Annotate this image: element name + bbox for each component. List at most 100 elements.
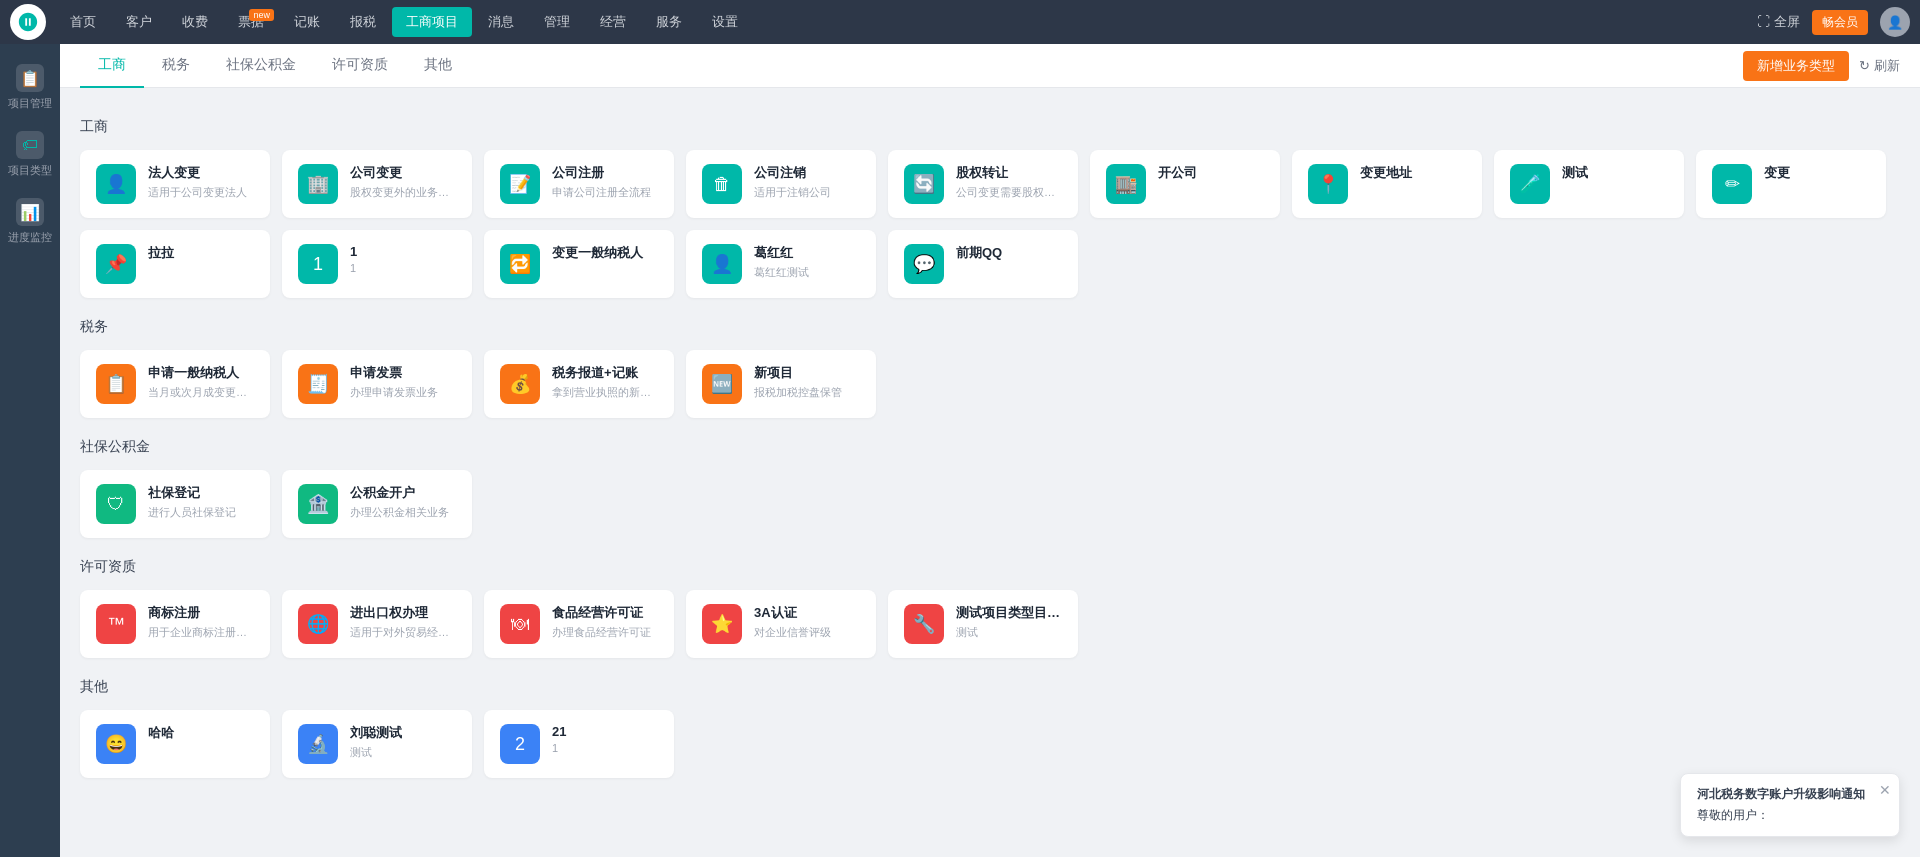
card-info: 哈哈 xyxy=(148,724,254,745)
card-name: 变更 xyxy=(1764,164,1870,182)
notification-close-button[interactable]: ✕ xyxy=(1879,782,1891,798)
card-name: 税务报道+记账 xyxy=(552,364,658,382)
card-icon: ™ xyxy=(96,604,136,644)
top-navigation: 首页客户收费票据new记账报税工商项目消息管理经营服务设置 ⛶ 全屏 畅会员 👤 xyxy=(0,0,1920,44)
card-info: 公积金开户办理公积金相关业务 xyxy=(350,484,456,520)
nav-item-首页[interactable]: 首页 xyxy=(56,7,110,37)
card-name: 新项目 xyxy=(754,364,860,382)
sub-tab-bar: 工商 税务 社保公积金 许可资质 其他 新增业务类型 ↻ 刷新 xyxy=(60,44,1920,88)
xuke-section: 许可资质 ™商标注册用于企业商标注册服务🌐进出口权办理适用于对外贸易经营者🍽食品… xyxy=(80,558,1900,658)
card-icon: 1 xyxy=(298,244,338,284)
card-进出口权办理[interactable]: 🌐进出口权办理适用于对外贸易经营者 xyxy=(282,590,472,658)
card-icon: 📋 xyxy=(96,364,136,404)
tab-gongshang[interactable]: 工商 xyxy=(80,44,144,88)
card-info: 测试 xyxy=(1562,164,1668,185)
fullscreen-button[interactable]: ⛶ 全屏 xyxy=(1757,13,1800,31)
card-开公司[interactable]: 🏬开公司 xyxy=(1090,150,1280,218)
card-葛红红[interactable]: 👤葛红红葛红红测试 xyxy=(686,230,876,298)
card-前期QQ[interactable]: 💬前期QQ xyxy=(888,230,1078,298)
card-info: 公司注册申请公司注册全流程 xyxy=(552,164,658,200)
tab-qita[interactable]: 其他 xyxy=(406,44,470,88)
card-申请一般纳税人[interactable]: 📋申请一般纳税人当月或次月成变更完成 xyxy=(80,350,270,418)
card-desc: 适用于注销公司 xyxy=(754,185,860,200)
tab-shebao[interactable]: 社保公积金 xyxy=(208,44,314,88)
tab-shuiwu[interactable]: 税务 xyxy=(144,44,208,88)
qita-section: 其他 😄哈哈🔬刘聪测试测试2211 xyxy=(80,678,1900,778)
card-新项目[interactable]: 🆕新项目报税加税控盘保管 xyxy=(686,350,876,418)
card-icon: 🔄 xyxy=(904,164,944,204)
card-icon: 🧾 xyxy=(298,364,338,404)
card-申请发票[interactable]: 🧾申请发票办理申请发票业务 xyxy=(282,350,472,418)
nav-item-客户[interactable]: 客户 xyxy=(112,7,166,37)
refresh-button[interactable]: ↻ 刷新 xyxy=(1859,57,1900,75)
card-icon: 📝 xyxy=(500,164,540,204)
card-公积金开户[interactable]: 🏦公积金开户办理公积金相关业务 xyxy=(282,470,472,538)
nav-item-经营[interactable]: 经营 xyxy=(586,7,640,37)
nav-item-票据[interactable]: 票据new xyxy=(224,7,278,37)
card-name: 公司注销 xyxy=(754,164,860,182)
card-info: 变更 xyxy=(1764,164,1870,185)
card-desc: 适用于公司变更法人 xyxy=(148,185,254,200)
card-哈哈[interactable]: 😄 哈哈 xyxy=(80,710,270,778)
card-测试[interactable]: 🧪测试 xyxy=(1494,150,1684,218)
card-3A认证[interactable]: ⭐3A认证对企业信誉评级 xyxy=(686,590,876,658)
card-name: 3A认证 xyxy=(754,604,860,622)
card-刘聪测试[interactable]: 🔬刘聪测试测试 xyxy=(282,710,472,778)
card-测试项目类型目定义[interactable]: 🔧测试项目类型目定义测试 xyxy=(888,590,1078,658)
card-desc: 1 xyxy=(350,262,456,274)
card-info: 11 xyxy=(350,244,456,274)
card-name: 股权转让 xyxy=(956,164,1062,182)
tab-xuke[interactable]: 许可资质 xyxy=(314,44,406,88)
member-button[interactable]: 畅会员 xyxy=(1812,10,1868,35)
card-icon: 🌐 xyxy=(298,604,338,644)
card-变更[interactable]: ✏变更 xyxy=(1696,150,1886,218)
nav-item-工商项目[interactable]: 工商项目 xyxy=(392,7,472,37)
card-name: 公司注册 xyxy=(552,164,658,182)
sidebar-item-progress-monitor[interactable]: 📊 进度监控 xyxy=(0,188,60,255)
nav-item-记账[interactable]: 记账 xyxy=(280,7,334,37)
card-info: 法人变更适用于公司变更法人 xyxy=(148,164,254,200)
card-公司注册[interactable]: 📝 公司注册申请公司注册全流程 xyxy=(484,150,674,218)
card-变更一般纳税人[interactable]: 🔁变更一般纳税人 xyxy=(484,230,674,298)
shebao-cards: 🛡社保登记进行人员社保登记🏦公积金开户办理公积金相关业务 xyxy=(80,470,1900,538)
nav-item-管理[interactable]: 管理 xyxy=(530,7,584,37)
card-公司注销[interactable]: 🗑公司注销适用于注销公司 xyxy=(686,150,876,218)
card-法人变更[interactable]: 👤法人变更适用于公司变更法人 xyxy=(80,150,270,218)
card-社保登记[interactable]: 🛡社保登记进行人员社保登记 xyxy=(80,470,270,538)
card-desc: 进行人员社保登记 xyxy=(148,505,254,520)
card-变更地址[interactable]: 📍变更地址 xyxy=(1292,150,1482,218)
card-info: 葛红红葛红红测试 xyxy=(754,244,860,280)
nav-item-服务[interactable]: 服务 xyxy=(642,7,696,37)
card-公司变更[interactable]: 🏢公司变更股权变更外的业务变更 xyxy=(282,150,472,218)
user-avatar[interactable]: 👤 xyxy=(1880,7,1910,37)
card-拉拉[interactable]: 📌拉拉 xyxy=(80,230,270,298)
card-icon: 🔬 xyxy=(298,724,338,764)
card-食品经营许可证[interactable]: 🍽食品经营许可证办理食品经营许可证 xyxy=(484,590,674,658)
card-21[interactable]: 2211 xyxy=(484,710,674,778)
card-股权转让[interactable]: 🔄股权转让公司变更需要股权转让 xyxy=(888,150,1078,218)
sidebar-item-project-management[interactable]: 📋 项目管理 xyxy=(0,54,60,121)
card-icon: ⭐ xyxy=(702,604,742,644)
sidebar-item-project-type[interactable]: 🏷 项目类型 xyxy=(0,121,60,188)
card-info: 社保登记进行人员社保登记 xyxy=(148,484,254,520)
card-name: 法人变更 xyxy=(148,164,254,182)
card-商标注册[interactable]: ™商标注册用于企业商标注册服务 xyxy=(80,590,270,658)
nav-item-消息[interactable]: 消息 xyxy=(474,7,528,37)
nav-item-报税[interactable]: 报税 xyxy=(336,7,390,37)
card-name: 公司变更 xyxy=(350,164,456,182)
sidebar-item-label: 项目管理 xyxy=(8,96,52,111)
card-info: 开公司 xyxy=(1158,164,1264,185)
nav-item-设置[interactable]: 设置 xyxy=(698,7,752,37)
main-content: 工商 税务 社保公积金 许可资质 其他 新增业务类型 ↻ 刷新 工商 👤法人变更… xyxy=(60,44,1920,857)
card-name: 社保登记 xyxy=(148,484,254,502)
card-name: 变更地址 xyxy=(1360,164,1466,182)
nav-item-收费[interactable]: 收费 xyxy=(168,7,222,37)
card-name: 申请一般纳税人 xyxy=(148,364,254,382)
card-税务报道+记账[interactable]: 💰税务报道+记账拿到营业执照的新公司 xyxy=(484,350,674,418)
add-business-type-button[interactable]: 新增业务类型 xyxy=(1743,51,1849,81)
card-desc: 用于企业商标注册服务 xyxy=(148,625,254,640)
card-1[interactable]: 111 xyxy=(282,230,472,298)
card-icon: 😄 xyxy=(96,724,136,764)
project-management-icon: 📋 xyxy=(16,64,44,92)
card-info: 测试项目类型目定义测试 xyxy=(956,604,1062,640)
